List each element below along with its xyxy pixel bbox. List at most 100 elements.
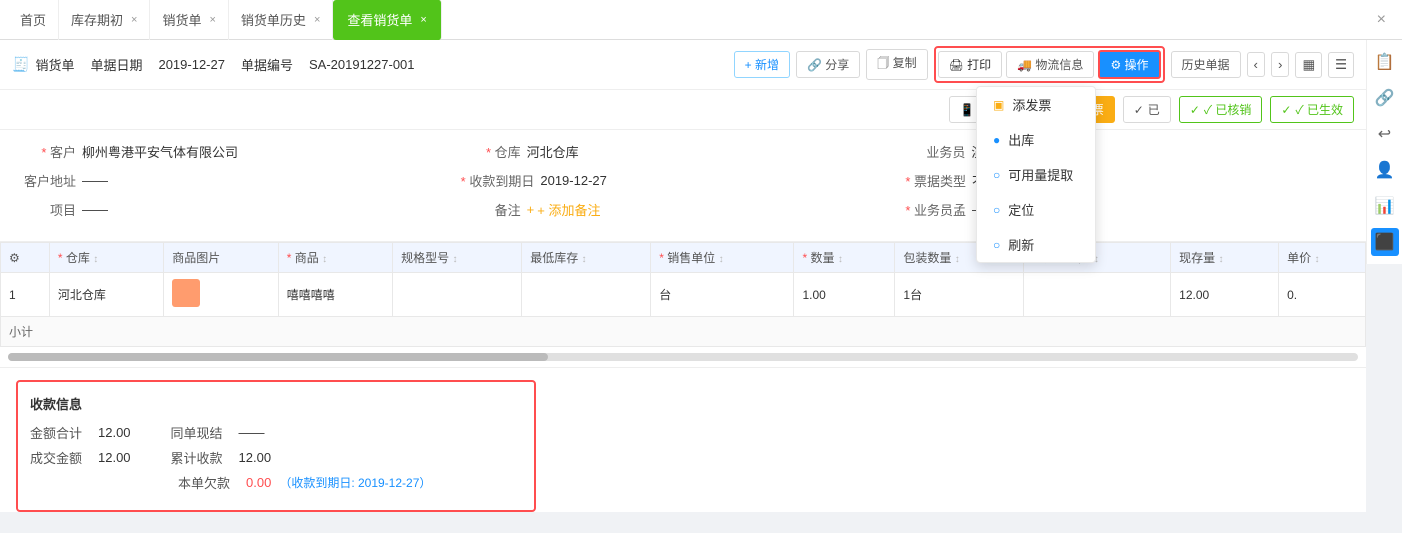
tab-sales-order[interactable]: 销货单 × (150, 0, 228, 40)
status-confirm-button[interactable]: ✓ 已 (1123, 96, 1171, 123)
doc-number-label: 单据编号 (241, 55, 293, 74)
dropdown-ship-out-label: 出库 (1008, 130, 1034, 149)
row-product-img (164, 273, 278, 317)
warehouse-value: 河北仓库 (527, 142, 579, 161)
spec-sort-icon: ↕ (452, 254, 457, 265)
row-spec (393, 273, 522, 317)
status-effect-label: ✓ 已生效 (1295, 101, 1343, 118)
tab-sales-history-close[interactable]: × (314, 14, 320, 26)
row-warehouse: 河北仓库 (49, 273, 163, 317)
col-min-stock: 最低库存 ↕ (522, 243, 651, 273)
sidebar-icon-5[interactable]: 📊 (1371, 192, 1399, 220)
dropdown-refresh[interactable]: ○ 刷新 (977, 227, 1095, 262)
tab-sales-history[interactable]: 销货单历史 × (229, 0, 333, 40)
sidebar-icon-4[interactable]: 👤 (1371, 156, 1399, 184)
product-table: ⚙ 仓库 ↕ 商品图片 商品 ↕ 规格型号 ↕ 最低库存 ↕ 销售单位 ↕ 数量… (0, 242, 1366, 347)
nav-prev-button[interactable]: ‹ (1247, 52, 1265, 77)
note-add-button[interactable]: + + 添加备注 (527, 200, 601, 219)
tab-home[interactable]: 首页 (8, 0, 59, 40)
cumulative-value: 12.00 (239, 450, 272, 465)
col-settings[interactable]: ⚙ (1, 243, 50, 273)
tab-sales-order-label: 销货单 (162, 10, 201, 29)
cumulative-label: 累计收款 (171, 448, 231, 467)
col-stock: 现存量 ↕ (1171, 243, 1279, 273)
min-stock-sort-icon: ↕ (582, 254, 587, 265)
tab-view-sales-close[interactable]: × (420, 14, 426, 26)
ticket-type-field: 票据类型 不开票 (905, 171, 1350, 190)
right-sidebar: 📋 🔗 ↩ 👤 📊 ⬛ (1366, 40, 1402, 264)
doc-title-area: 🧾 销货单 (12, 55, 74, 74)
status-action-row: 📱 来自手机 ● 未开票 ✓ 已 ✓ ✓ 已核销 ✓ ✓ 已生效 (0, 90, 1366, 130)
row-available (1024, 273, 1171, 317)
note-field: 备注 + + 添加备注 (461, 200, 906, 219)
owed-value: 0.00 (246, 475, 271, 490)
table-scrollbar-area[interactable] (0, 347, 1366, 367)
tab-inventory-init[interactable]: 库存期初 × (59, 0, 150, 40)
form-row-1: 客户 柳州粤港平安气体有限公司 仓库 河北仓库 业务员 演示账号 (16, 142, 1350, 161)
cumulative-item: 累计收款 12.00 (171, 448, 272, 467)
address-field: 客户地址 —— (16, 171, 461, 190)
row-min-stock (522, 273, 651, 317)
project-label: 项目 (16, 200, 76, 219)
global-close-button[interactable]: × (1369, 11, 1394, 29)
status-sold-button[interactable]: ✓ ✓ 已核销 (1179, 96, 1263, 123)
row-sales-unit: 台 (651, 273, 794, 317)
payment-section: 收款信息 金额合计 12.00 同单现结 —— 成交金额 12.00 累计收款 (16, 380, 536, 512)
unit-price-sort-icon: ↕ (1314, 254, 1319, 265)
same-order-value: —— (239, 425, 265, 440)
copy-button[interactable]: 🗍 复制 (866, 49, 927, 80)
status-effect-button[interactable]: ✓ ✓ 已生效 (1270, 96, 1354, 123)
same-order-label: 同单现结 (171, 423, 231, 442)
row-stock: 12.00 (1171, 273, 1279, 317)
add-button[interactable]: + 新增 (734, 51, 790, 78)
tab-view-sales[interactable]: 查看销货单 × (333, 0, 441, 40)
tab-sales-order-close[interactable]: × (209, 14, 215, 26)
table-header-row: ⚙ 仓库 ↕ 商品图片 商品 ↕ 规格型号 ↕ 最低库存 ↕ 销售单位 ↕ 数量… (1, 243, 1366, 273)
view-grid-button[interactable]: ▦ (1295, 52, 1322, 78)
print-button[interactable]: 🖨 打印 (938, 51, 1003, 78)
sidebar-icon-1[interactable]: 📋 (1371, 48, 1399, 76)
doc-type-label: 销货单 (35, 55, 74, 74)
dropdown-qty-fetch[interactable]: ○ 可用量提取 (977, 157, 1095, 192)
payment-due-label: 收款到期日 (461, 171, 535, 190)
logistics-button[interactable]: 🚚 物流信息 (1006, 51, 1094, 78)
view-list-button[interactable]: ☰ (1328, 52, 1354, 78)
status-confirm-label: 已 (1148, 101, 1160, 118)
doc-type-icon: 🧾 (12, 56, 29, 73)
doc-date-label: 单据日期 (90, 55, 142, 74)
sales-unit-sort-icon: ↕ (719, 254, 724, 265)
payment-row-3: 本单欠款 0.00 （收款到期日: 2019-12-27） (30, 473, 522, 492)
status-confirm-icon: ✓ (1134, 103, 1144, 117)
action-button[interactable]: ⚙ 操作 (1098, 50, 1160, 79)
owed-item: 本单欠款 0.00 （收款到期日: 2019-12-27） (178, 473, 431, 492)
subtotal-row: 小计 (1, 317, 1366, 347)
dropdown-locate[interactable]: ○ 定位 (977, 192, 1095, 227)
dropdown-qty-fetch-label: 可用量提取 (1008, 165, 1073, 184)
address-value: —— (82, 173, 108, 188)
dropdown-ship-out[interactable]: ● 出库 (977, 122, 1095, 157)
col-spec: 规格型号 ↕ (393, 243, 522, 273)
form-area: 客户 柳州粤港平安气体有限公司 仓库 河北仓库 业务员 演示账号 客户地址 —— (0, 130, 1366, 242)
payment-title: 收款信息 (30, 394, 522, 413)
history-button[interactable]: 历史单据 (1171, 51, 1241, 78)
main-toolbar: 🧾 销货单 单据日期 2019-12-27 单据编号 SA-20191227-0… (0, 40, 1366, 90)
dropdown-add-invoice-label: 添发票 (1012, 95, 1051, 114)
table-scrollbar[interactable] (8, 353, 1358, 361)
tab-inventory-init-close[interactable]: × (131, 14, 137, 26)
customer-field: 客户 柳州粤港平安气体有限公司 (16, 142, 461, 161)
row-index: 1 (1, 273, 50, 317)
sidebar-icon-2[interactable]: 🔗 (1371, 84, 1399, 112)
total-amount-label: 金额合计 (30, 423, 90, 442)
sidebar-icon-3[interactable]: ↩ (1371, 120, 1399, 148)
status-sold-label: ✓ 已核销 (1204, 101, 1252, 118)
toolbar-right: + 新增 🔗 分享 🗍 复制 🖨 打印 🚚 物流信息 ⚙ 操作 历史单据 ‹ ›… (734, 46, 1354, 83)
dropdown-refresh-label: 刷新 (1008, 235, 1034, 254)
payment-row-1: 金额合计 12.00 同单现结 —— (30, 423, 522, 442)
row-quantity: 1.00 (794, 273, 895, 317)
dropdown-add-invoice[interactable]: ▣ 添发票 (977, 87, 1095, 122)
share-button[interactable]: 🔗 分享 (796, 51, 860, 78)
address-label: 客户地址 (16, 171, 76, 190)
status-phone-icon: 📱 (960, 103, 975, 117)
sidebar-icon-6[interactable]: ⬛ (1371, 228, 1399, 256)
nav-next-button[interactable]: › (1271, 52, 1289, 77)
